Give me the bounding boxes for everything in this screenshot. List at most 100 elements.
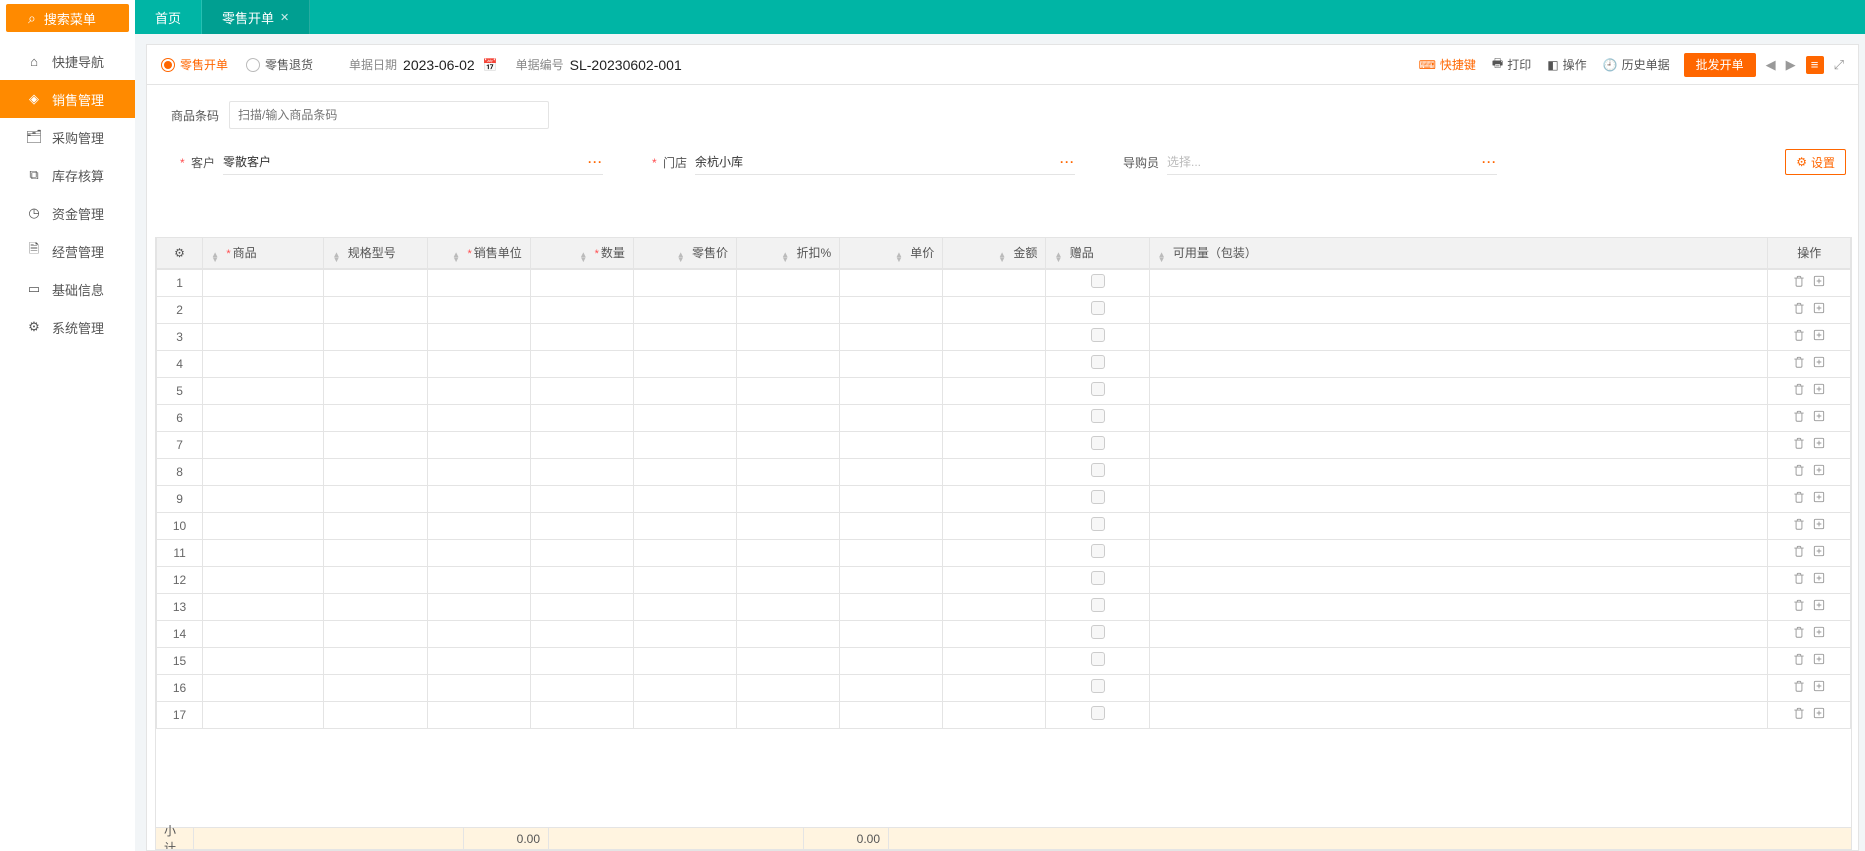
cell-product[interactable] <box>203 323 324 350</box>
cell-qty[interactable] <box>530 539 633 566</box>
tool-print[interactable]: 🖶 打印 <box>1492 54 1531 75</box>
cell-discount[interactable] <box>737 296 840 323</box>
radio-retail-return[interactable]: 零售退货 <box>246 56 313 73</box>
cell-stock[interactable] <box>1149 458 1768 485</box>
checkbox-icon[interactable] <box>1091 463 1105 477</box>
cell-stock[interactable] <box>1149 647 1768 674</box>
checkbox-icon[interactable] <box>1091 301 1105 315</box>
table-row[interactable]: 13 <box>157 593 1851 620</box>
col-product[interactable]: ▲▼ *商品 <box>203 238 324 268</box>
cell-stock[interactable] <box>1149 539 1768 566</box>
checkbox-icon[interactable] <box>1091 436 1105 450</box>
checkbox-icon[interactable] <box>1091 328 1105 342</box>
cell-amount[interactable] <box>943 377 1046 404</box>
add-row-icon[interactable] <box>1812 328 1826 342</box>
cell-spec[interactable] <box>324 485 427 512</box>
cell-discount[interactable] <box>737 431 840 458</box>
cell-gift[interactable] <box>1046 593 1149 620</box>
cell-uprice[interactable] <box>840 269 943 296</box>
cell-product[interactable] <box>203 485 324 512</box>
barcode-input[interactable] <box>229 101 549 129</box>
cell-unit[interactable] <box>427 512 530 539</box>
cell-unit[interactable] <box>427 323 530 350</box>
batch-order-button[interactable]: 批发开单 <box>1684 53 1756 77</box>
delete-row-icon[interactable] <box>1792 544 1806 558</box>
cell-product[interactable] <box>203 674 324 701</box>
sidebar-item-基础信息[interactable]: ▭基础信息 <box>0 270 135 308</box>
cell-amount[interactable] <box>943 296 1046 323</box>
checkbox-icon[interactable] <box>1091 706 1105 720</box>
cell-amount[interactable] <box>943 485 1046 512</box>
cell-gift[interactable] <box>1046 269 1149 296</box>
cell-uprice[interactable] <box>840 377 943 404</box>
table-row[interactable]: 9 <box>157 485 1851 512</box>
cell-discount[interactable] <box>737 674 840 701</box>
cell-discount[interactable] <box>737 620 840 647</box>
cell-amount[interactable] <box>943 323 1046 350</box>
table-row[interactable]: 12 <box>157 566 1851 593</box>
cell-qty[interactable] <box>530 512 633 539</box>
cell-retail[interactable] <box>633 512 736 539</box>
cell-spec[interactable] <box>324 647 427 674</box>
cell-spec[interactable] <box>324 620 427 647</box>
col-stock[interactable]: ▲▼ 可用量（包装） <box>1149 238 1768 268</box>
cell-unit[interactable] <box>427 539 530 566</box>
cell-spec[interactable] <box>324 323 427 350</box>
add-row-icon[interactable] <box>1812 409 1826 423</box>
add-row-icon[interactable] <box>1812 490 1826 504</box>
cell-product[interactable] <box>203 647 324 674</box>
cell-discount[interactable] <box>737 593 840 620</box>
cell-retail[interactable] <box>633 323 736 350</box>
radio-retail-sale[interactable]: 零售开单 <box>161 56 228 73</box>
cell-product[interactable] <box>203 377 324 404</box>
table-row[interactable]: 6 <box>157 404 1851 431</box>
cell-gift[interactable] <box>1046 701 1149 728</box>
sidebar-item-资金管理[interactable]: ◷资金管理 <box>0 194 135 232</box>
cell-qty[interactable] <box>530 674 633 701</box>
cell-amount[interactable] <box>943 539 1046 566</box>
cell-amount[interactable] <box>943 647 1046 674</box>
table-row[interactable]: 3 <box>157 323 1851 350</box>
col-gift[interactable]: ▲▼ 赠品 <box>1046 238 1149 268</box>
cell-product[interactable] <box>203 296 324 323</box>
cell-unit[interactable] <box>427 566 530 593</box>
search-menu-button[interactable]: ⌕ 搜索菜单 <box>6 4 129 32</box>
cell-gift[interactable] <box>1046 431 1149 458</box>
add-row-icon[interactable] <box>1812 301 1826 315</box>
tool-shortcut[interactable]: ⌨ 快捷键 <box>1419 56 1476 73</box>
cell-amount[interactable] <box>943 431 1046 458</box>
table-row[interactable]: 17 <box>157 701 1851 728</box>
tab-零售开单[interactable]: 零售开单✕ <box>202 0 310 34</box>
cell-retail[interactable] <box>633 566 736 593</box>
cell-spec[interactable] <box>324 431 427 458</box>
table-row[interactable]: 8 <box>157 458 1851 485</box>
add-row-icon[interactable] <box>1812 625 1826 639</box>
delete-row-icon[interactable] <box>1792 301 1806 315</box>
cell-stock[interactable] <box>1149 512 1768 539</box>
table-row[interactable]: 2 <box>157 296 1851 323</box>
checkbox-icon[interactable] <box>1091 679 1105 693</box>
cell-gift[interactable] <box>1046 350 1149 377</box>
table-row[interactable]: 5 <box>157 377 1851 404</box>
cell-product[interactable] <box>203 593 324 620</box>
cell-gift[interactable] <box>1046 647 1149 674</box>
cell-stock[interactable] <box>1149 296 1768 323</box>
guide-input[interactable]: 选择... ··· <box>1167 149 1497 175</box>
more-icon[interactable]: ··· <box>588 155 603 169</box>
delete-row-icon[interactable] <box>1792 409 1806 423</box>
more-icon[interactable]: ··· <box>1482 155 1497 169</box>
cell-unit[interactable] <box>427 404 530 431</box>
list-icon[interactable]: ≡ <box>1806 56 1824 74</box>
cell-qty[interactable] <box>530 269 633 296</box>
table-row[interactable]: 1 <box>157 269 1851 296</box>
cell-spec[interactable] <box>324 539 427 566</box>
cell-amount[interactable] <box>943 458 1046 485</box>
cell-product[interactable] <box>203 269 324 296</box>
table-row[interactable]: 11 <box>157 539 1851 566</box>
cell-unit[interactable] <box>427 485 530 512</box>
add-row-icon[interactable] <box>1812 598 1826 612</box>
cell-stock[interactable] <box>1149 593 1768 620</box>
delete-row-icon[interactable] <box>1792 490 1806 504</box>
cell-uprice[interactable] <box>840 593 943 620</box>
cell-gift[interactable] <box>1046 458 1149 485</box>
